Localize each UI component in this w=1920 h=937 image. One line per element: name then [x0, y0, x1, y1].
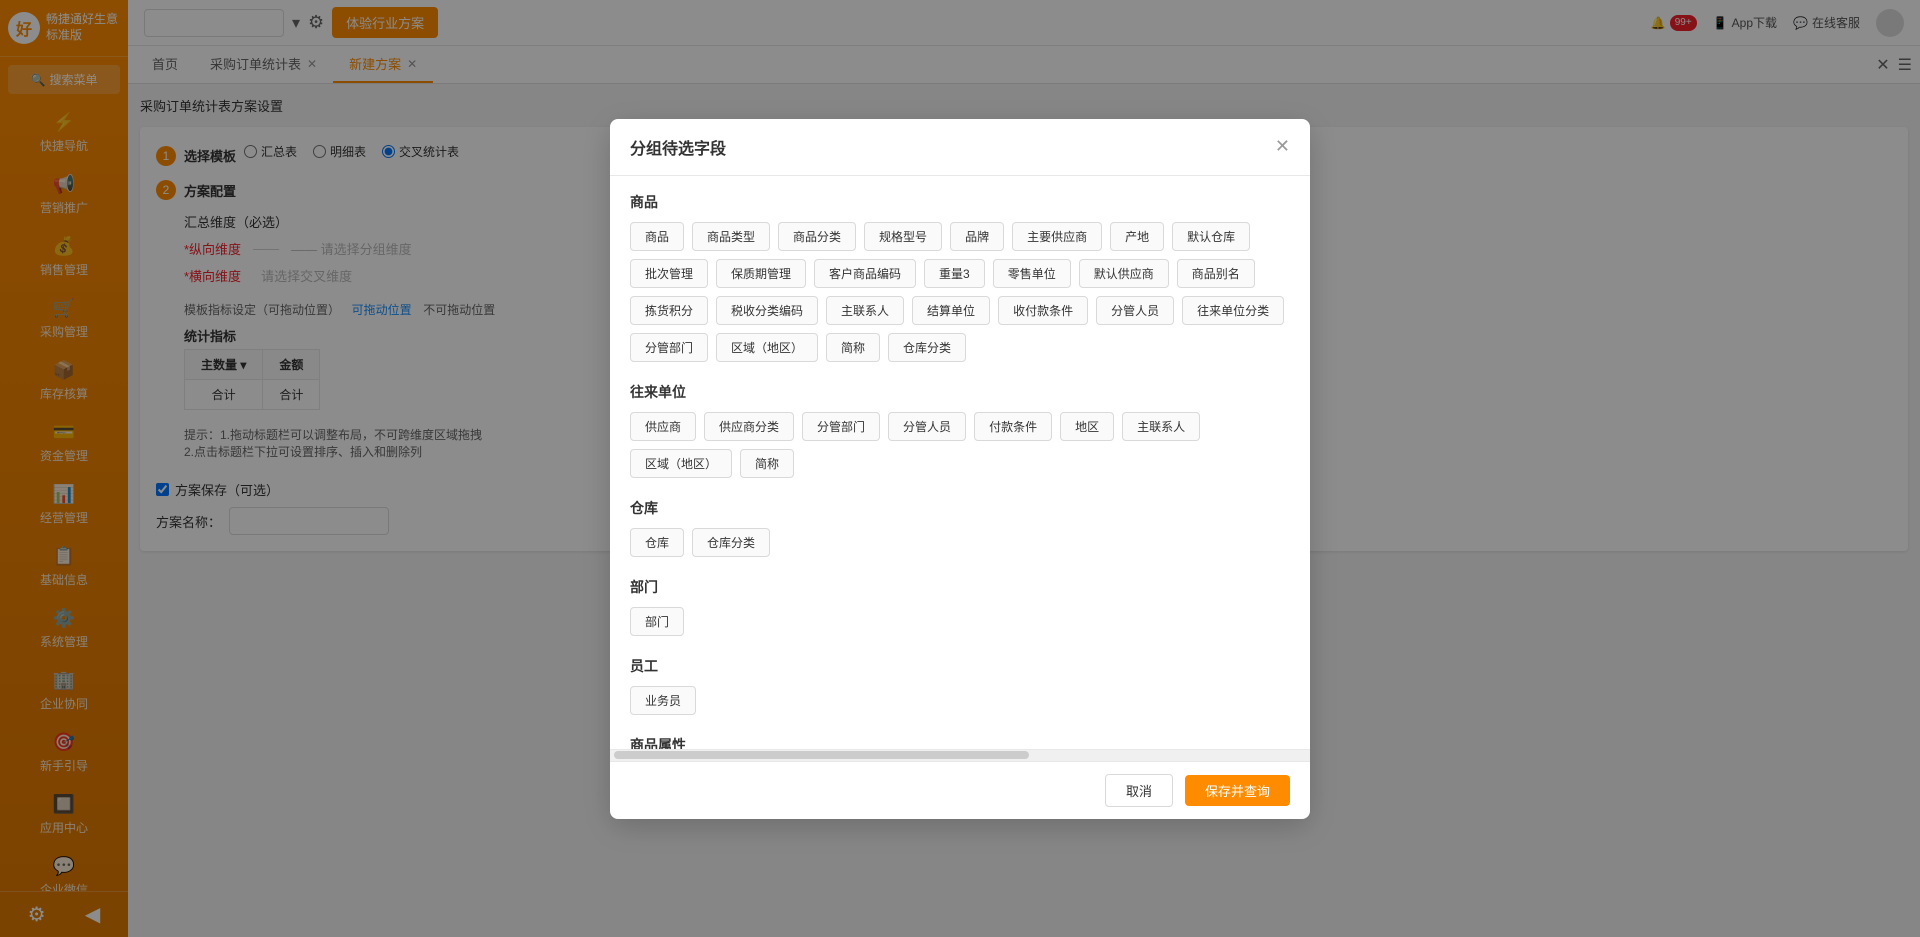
field-tag-分管人员[interactable]: 分管人员 — [888, 412, 966, 441]
field-tag-供应商[interactable]: 供应商 — [630, 412, 696, 441]
save-query-button[interactable]: 保存并查询 — [1185, 775, 1290, 806]
field-tag-主要供应商[interactable]: 主要供应商 — [1012, 222, 1102, 251]
field-tag-税收分类编码[interactable]: 税收分类编码 — [716, 296, 818, 325]
scroll-thumb[interactable] — [614, 751, 1029, 759]
field-tag-简称[interactable]: 简称 — [826, 333, 880, 362]
field-tag-保质期管理[interactable]: 保质期管理 — [716, 259, 806, 288]
field-tag-地区[interactable]: 地区 — [1060, 412, 1114, 441]
field-group-仓库: 仓库仓库仓库分类 — [630, 498, 1290, 557]
field-tag-分管部门[interactable]: 分管部门 — [802, 412, 880, 441]
field-tags-员工: 业务员 — [630, 686, 1290, 715]
modal-title: 分组待选字段 — [630, 135, 726, 159]
field-tag-仓库[interactable]: 仓库 — [630, 528, 684, 557]
field-tag-商品别名[interactable]: 商品别名 — [1177, 259, 1255, 288]
field-tag-产地[interactable]: 产地 — [1110, 222, 1164, 251]
field-group-商品属性: 商品属性属性颜色多规格尺码鞋码1 — [630, 735, 1290, 749]
field-tags-部门: 部门 — [630, 607, 1290, 636]
field-tag-主联系人[interactable]: 主联系人 — [1122, 412, 1200, 441]
field-tag-商品分类[interactable]: 商品分类 — [778, 222, 856, 251]
field-tag-分管人员[interactable]: 分管人员 — [1096, 296, 1174, 325]
field-group-title-仓库: 仓库 — [630, 498, 1290, 518]
field-group-部门: 部门部门 — [630, 577, 1290, 636]
field-tag-区域（地区）[interactable]: 区域（地区） — [630, 449, 732, 478]
field-tag-品牌[interactable]: 品牌 — [950, 222, 1004, 251]
field-tags-仓库: 仓库仓库分类 — [630, 528, 1290, 557]
field-tag-部门[interactable]: 部门 — [630, 607, 684, 636]
field-group-往来单位: 往来单位供应商供应商分类分管部门分管人员付款条件地区主联系人区域（地区） 简称 — [630, 382, 1290, 478]
field-group-title-商品属性: 商品属性 — [630, 735, 1290, 749]
field-tag-简称[interactable]: 简称 — [740, 449, 794, 478]
field-tag-拣货积分[interactable]: 拣货积分 — [630, 296, 708, 325]
field-tag-区域（地区）[interactable]: 区域（地区） — [716, 333, 818, 362]
field-group-title-商品: 商品 — [630, 192, 1290, 212]
field-tag-客户商品编码[interactable]: 客户商品编码 — [814, 259, 916, 288]
field-tag-收付款条件[interactable]: 收付款条件 — [998, 296, 1088, 325]
field-tag-分管部门[interactable]: 分管部门 — [630, 333, 708, 362]
field-tag-主联系人[interactable]: 主联系人 — [826, 296, 904, 325]
modal-header: 分组待选字段 ✕ — [610, 119, 1310, 176]
modal-horizontal-scrollbar[interactable] — [610, 749, 1310, 761]
field-tag-结算单位[interactable]: 结算单位 — [912, 296, 990, 325]
field-tag-商品[interactable]: 商品 — [630, 222, 684, 251]
field-tag-重量3[interactable]: 重量3 — [924, 259, 985, 288]
field-group-title-员工: 员工 — [630, 656, 1290, 676]
field-tag-付款条件[interactable]: 付款条件 — [974, 412, 1052, 441]
field-tag-仓库分类[interactable]: 仓库分类 — [888, 333, 966, 362]
field-tag-默认供应商[interactable]: 默认供应商 — [1079, 259, 1169, 288]
field-tags-往来单位: 供应商供应商分类分管部门分管人员付款条件地区主联系人区域（地区） 简称 — [630, 412, 1290, 478]
field-group-title-往来单位: 往来单位 — [630, 382, 1290, 402]
modal-overlay: 分组待选字段 ✕ 商品商品商品类型商品分类规格型号品牌主要供应商产地默认仓库批次… — [0, 0, 1920, 937]
field-tag-往来单位分类[interactable]: 往来单位分类 — [1182, 296, 1284, 325]
field-tags-商品: 商品商品类型商品分类规格型号品牌主要供应商产地默认仓库批次管理保质期管理客户商品… — [630, 222, 1290, 362]
modal-dialog: 分组待选字段 ✕ 商品商品商品类型商品分类规格型号品牌主要供应商产地默认仓库批次… — [610, 119, 1310, 819]
field-tag-零售单位[interactable]: 零售单位 — [993, 259, 1071, 288]
field-tag-仓库分类[interactable]: 仓库分类 — [692, 528, 770, 557]
modal-body[interactable]: 商品商品商品类型商品分类规格型号品牌主要供应商产地默认仓库批次管理保质期管理客户… — [610, 176, 1310, 749]
field-tag-业务员[interactable]: 业务员 — [630, 686, 696, 715]
field-tag-商品类型[interactable]: 商品类型 — [692, 222, 770, 251]
field-group-员工: 员工业务员 — [630, 656, 1290, 715]
field-tag-规格型号[interactable]: 规格型号 — [864, 222, 942, 251]
field-tag-供应商分类[interactable]: 供应商分类 — [704, 412, 794, 441]
modal-footer: 取消 保存并查询 — [610, 761, 1310, 819]
field-group-商品: 商品商品商品类型商品分类规格型号品牌主要供应商产地默认仓库批次管理保质期管理客户… — [630, 192, 1290, 362]
modal-close-button[interactable]: ✕ — [1275, 136, 1290, 157]
cancel-button[interactable]: 取消 — [1105, 774, 1173, 807]
field-group-title-部门: 部门 — [630, 577, 1290, 597]
field-tag-批次管理[interactable]: 批次管理 — [630, 259, 708, 288]
field-tag-默认仓库[interactable]: 默认仓库 — [1172, 222, 1250, 251]
